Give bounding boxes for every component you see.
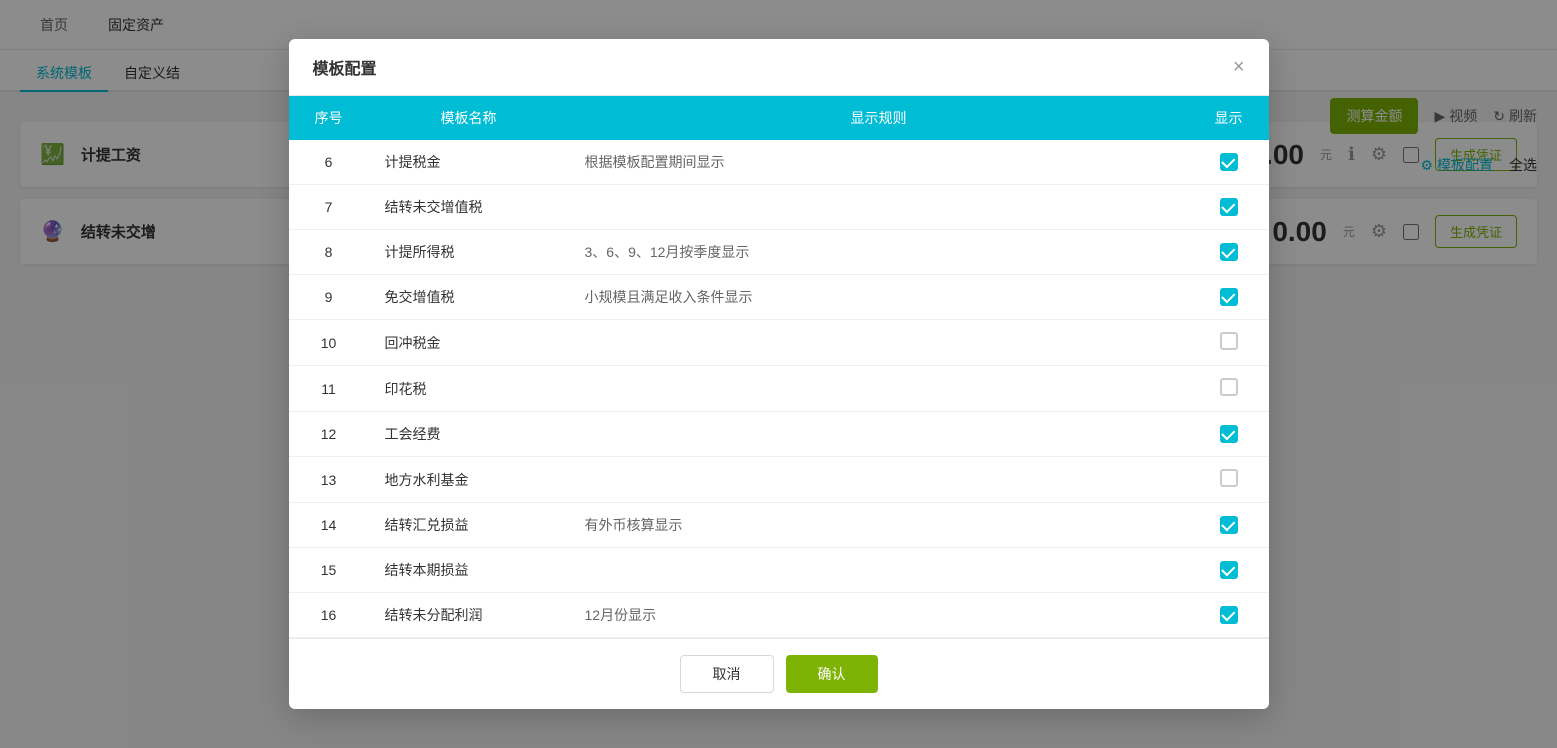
- table-row: 13地方水利基金: [289, 457, 1269, 503]
- table-row: 11印花税: [289, 366, 1269, 412]
- config-table: 序号 模板名称 显示规则 显示 6计提税金根据模板配置期间显示7结转未交增值税8…: [289, 96, 1269, 638]
- cell-display: [1189, 230, 1269, 275]
- modal-title: 模板配置: [313, 55, 377, 79]
- table-row: 10回冲税金: [289, 320, 1269, 366]
- display-checkbox[interactable]: [1220, 288, 1238, 306]
- cell-seq: 6: [289, 140, 369, 185]
- col-name: 模板名称: [369, 96, 569, 140]
- cell-display: [1189, 548, 1269, 593]
- cell-name: 计提税金: [369, 140, 569, 185]
- cell-rule: [569, 366, 1189, 412]
- close-icon[interactable]: ×: [1233, 57, 1245, 77]
- cell-rule: 3、6、9、12月按季度显示: [569, 230, 1189, 275]
- col-seq: 序号: [289, 96, 369, 140]
- col-display: 显示: [1189, 96, 1269, 140]
- cell-display: [1189, 140, 1269, 185]
- cell-seq: 13: [289, 457, 369, 503]
- cell-display: [1189, 412, 1269, 457]
- cell-seq: 8: [289, 230, 369, 275]
- cell-rule: 根据模板配置期间显示: [569, 140, 1189, 185]
- table-row: 8计提所得税3、6、9、12月按季度显示: [289, 230, 1269, 275]
- cell-rule: [569, 548, 1189, 593]
- table-row: 7结转未交增值税: [289, 185, 1269, 230]
- cell-name: 结转本期损益: [369, 548, 569, 593]
- display-checkbox[interactable]: [1220, 469, 1238, 487]
- cell-rule: 12月份显示: [569, 593, 1189, 638]
- cell-name: 回冲税金: [369, 320, 569, 366]
- modal-overlay: 模板配置 × 序号 模板名称 显示规则 显示 6计提税金根据模板配置期间显示7结…: [0, 0, 1557, 748]
- cell-name: 计提所得税: [369, 230, 569, 275]
- cell-name: 印花税: [369, 366, 569, 412]
- cell-name: 结转未交增值税: [369, 185, 569, 230]
- display-checkbox[interactable]: [1220, 425, 1238, 443]
- cell-display: [1189, 503, 1269, 548]
- cell-rule: 小规模且满足收入条件显示: [569, 275, 1189, 320]
- table-row: 9免交增值税小规模且满足收入条件显示: [289, 275, 1269, 320]
- display-checkbox[interactable]: [1220, 332, 1238, 350]
- modal-header: 模板配置 ×: [289, 39, 1269, 96]
- cell-rule: [569, 412, 1189, 457]
- cell-name: 结转汇兑损益: [369, 503, 569, 548]
- table-row: 14结转汇兑损益有外币核算显示: [289, 503, 1269, 548]
- display-checkbox[interactable]: [1220, 378, 1238, 396]
- cell-name: 结转未分配利润: [369, 593, 569, 638]
- table-row: 15结转本期损益: [289, 548, 1269, 593]
- cell-name: 工会经费: [369, 412, 569, 457]
- cell-seq: 14: [289, 503, 369, 548]
- cell-name: 免交增值税: [369, 275, 569, 320]
- table-body: 6计提税金根据模板配置期间显示7结转未交增值税8计提所得税3、6、9、12月按季…: [289, 140, 1269, 638]
- modal-body: 序号 模板名称 显示规则 显示 6计提税金根据模板配置期间显示7结转未交增值税8…: [289, 96, 1269, 638]
- cell-seq: 15: [289, 548, 369, 593]
- cell-seq: 16: [289, 593, 369, 638]
- confirm-button[interactable]: 确认: [786, 655, 878, 693]
- table-head: 序号 模板名称 显示规则 显示: [289, 96, 1269, 140]
- cell-seq: 11: [289, 366, 369, 412]
- cell-name: 地方水利基金: [369, 457, 569, 503]
- display-checkbox[interactable]: [1220, 516, 1238, 534]
- col-rule: 显示规则: [569, 96, 1189, 140]
- modal-footer: 取消 确认: [289, 638, 1269, 709]
- cell-seq: 12: [289, 412, 369, 457]
- cell-display: [1189, 185, 1269, 230]
- display-checkbox[interactable]: [1220, 606, 1238, 624]
- cell-display: [1189, 457, 1269, 503]
- display-checkbox[interactable]: [1220, 243, 1238, 261]
- cell-rule: [569, 185, 1189, 230]
- cell-display: [1189, 275, 1269, 320]
- display-checkbox[interactable]: [1220, 153, 1238, 171]
- cell-rule: [569, 320, 1189, 366]
- cell-seq: 9: [289, 275, 369, 320]
- cell-display: [1189, 366, 1269, 412]
- cancel-button[interactable]: 取消: [680, 655, 774, 693]
- cell-display: [1189, 320, 1269, 366]
- modal-template-config: 模板配置 × 序号 模板名称 显示规则 显示 6计提税金根据模板配置期间显示7结…: [289, 39, 1269, 709]
- display-checkbox[interactable]: [1220, 198, 1238, 216]
- cell-seq: 10: [289, 320, 369, 366]
- cell-rule: 有外币核算显示: [569, 503, 1189, 548]
- cell-seq: 7: [289, 185, 369, 230]
- table-row: 12工会经费: [289, 412, 1269, 457]
- cell-display: [1189, 593, 1269, 638]
- table-row: 6计提税金根据模板配置期间显示: [289, 140, 1269, 185]
- display-checkbox[interactable]: [1220, 561, 1238, 579]
- table-row: 16结转未分配利润12月份显示: [289, 593, 1269, 638]
- cell-rule: [569, 457, 1189, 503]
